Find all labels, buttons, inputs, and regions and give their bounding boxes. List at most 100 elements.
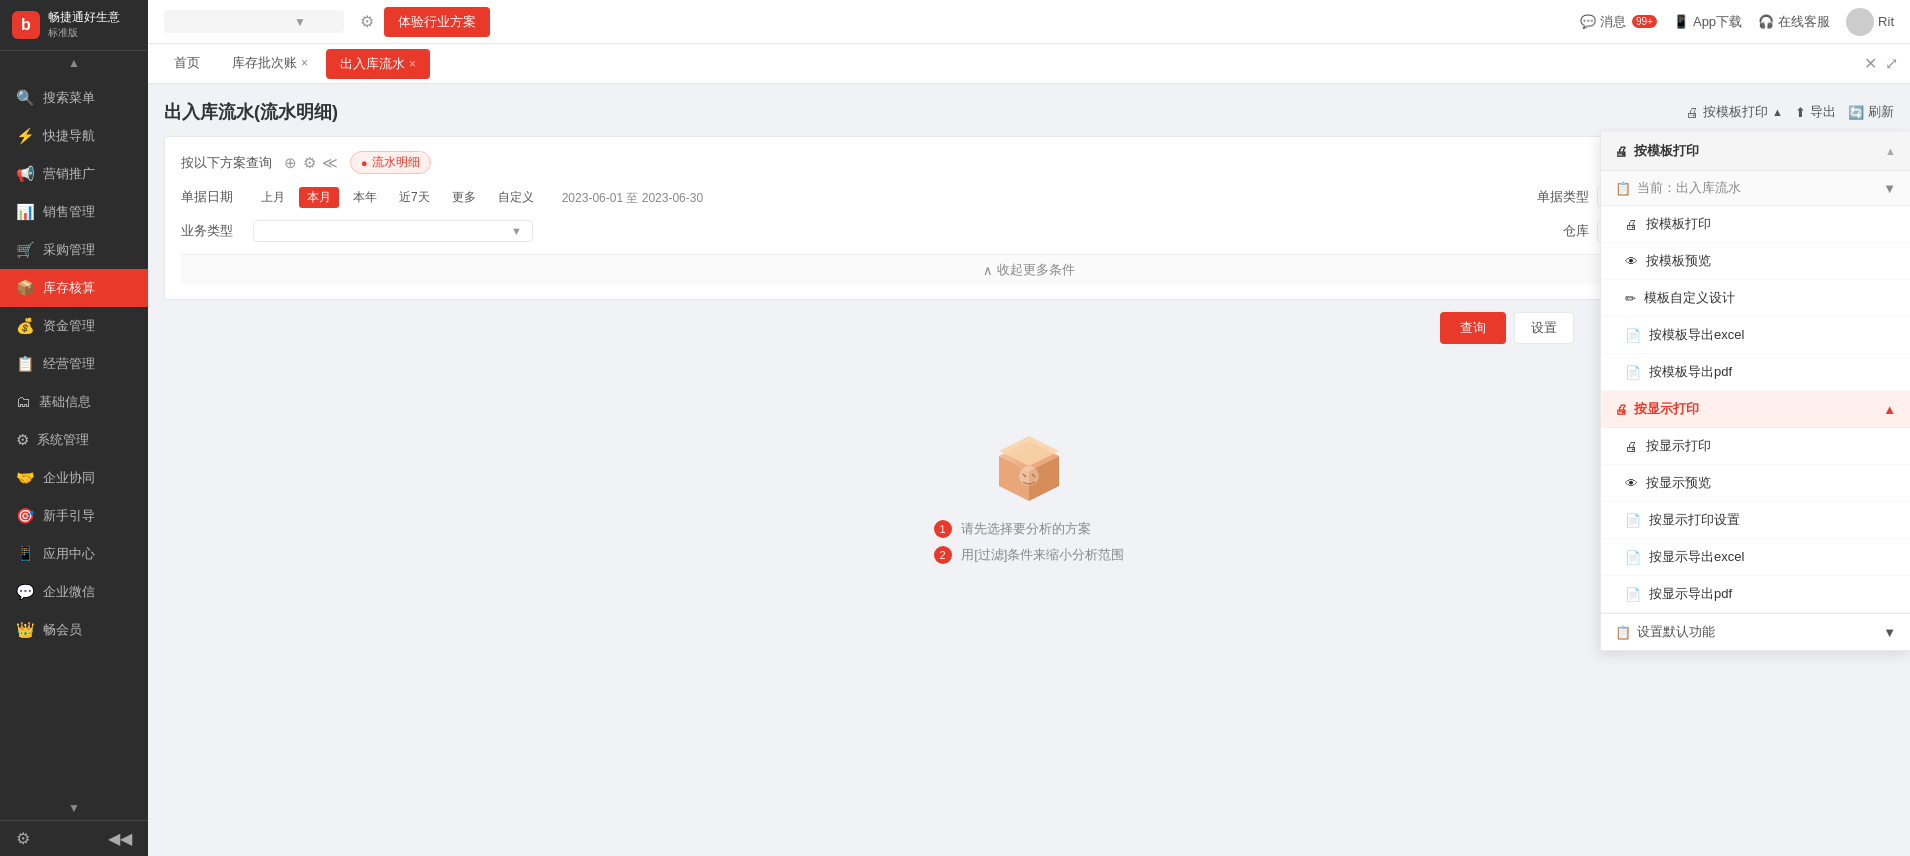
refresh-action[interactable]: 🔄 刷新: [1848, 103, 1894, 121]
message-item[interactable]: 💬 消息 99+: [1580, 13, 1657, 31]
sidebar-nav: 🔍搜索菜单⚡快捷导航📢营销推广📊销售管理🛒采购管理📦库存核算💰资金管理📋经营管理…: [0, 75, 148, 796]
rp-display-preview[interactable]: 👁 按显示预览: [1601, 465, 1910, 502]
sidebar-basic-icon: 🗂: [16, 393, 31, 410]
print-icon: 🖨: [1686, 105, 1699, 120]
sidebar-item-funds[interactable]: 💰资金管理: [0, 307, 148, 345]
sidebar-collab-icon: 🤝: [16, 469, 35, 487]
settings-filter-icon[interactable]: ⚙: [303, 154, 316, 172]
sidebar-item-collab[interactable]: 🤝 企业协同: [0, 459, 148, 497]
tab-inout-flow-close[interactable]: ×: [409, 57, 416, 71]
sidebar-inventory-label: 库存核算: [43, 279, 95, 297]
sidebar-collab-label: 企业协同: [43, 469, 95, 487]
rp-dpdf-label: 按显示导出pdf: [1649, 585, 1732, 603]
date-this-year[interactable]: 本年: [345, 187, 385, 208]
app-download-item[interactable]: 📱 App下载: [1673, 13, 1742, 31]
close-window-icon[interactable]: ✕: [1864, 54, 1877, 73]
rp-current-template[interactable]: 📋 当前：出入库流水 ▼: [1601, 171, 1910, 206]
filter-icons: ⊕ ⚙ ≪: [284, 154, 338, 172]
sidebar-item-app_center[interactable]: 📱 应用中心: [0, 535, 148, 573]
date-custom[interactable]: 自定义: [490, 187, 542, 208]
search-dropdown-icon[interactable]: ▼: [294, 15, 306, 29]
rp-template-custom[interactable]: ✏ 模板自定义设计: [1601, 280, 1910, 317]
tab-inventory-batch[interactable]: 库存批次账 ×: [218, 48, 322, 80]
rp-template-print[interactable]: 🖨 按模板打印: [1601, 206, 1910, 243]
sidebar-scroll-up[interactable]: ▲: [0, 51, 148, 75]
page-actions: 🖨 按模板打印 ▲ ⬆ 导出 🔄 刷新: [1686, 103, 1894, 121]
topbar: ▼ ⚙ 体验行业方案 💬 消息 99+ 📱 App下载 🎧 在线客服 Rit: [148, 0, 1910, 44]
business-type-select[interactable]: ▼: [253, 220, 533, 242]
rp-template-pdf[interactable]: 📄 按模板导出pdf: [1601, 354, 1910, 391]
print-action[interactable]: 🖨 按模板打印 ▲: [1686, 103, 1783, 121]
rp-footer-label: 设置默认功能: [1637, 623, 1715, 641]
setting-button[interactable]: 设置: [1514, 312, 1574, 344]
tab-home[interactable]: 首页: [160, 48, 214, 80]
rp-title-label: 按模板打印: [1634, 142, 1699, 160]
sidebar-item-marketing[interactable]: 📢营销推广: [0, 155, 148, 193]
filter-section-label: 按以下方案查询: [181, 154, 272, 172]
rp-template-excel[interactable]: 📄 按模板导出excel: [1601, 317, 1910, 354]
rp-display-print-settings[interactable]: 📄 按显示打印设置: [1601, 502, 1910, 539]
rp-display-section[interactable]: 🖨 按显示打印 ▲: [1601, 391, 1910, 428]
add-filter-icon[interactable]: ⊕: [284, 154, 297, 172]
sidebar-item-guide[interactable]: 🎯新手引导: [0, 497, 148, 535]
try-industry-btn[interactable]: 体验行业方案: [384, 7, 490, 37]
tab-inventory-batch-label: 库存批次账: [232, 54, 297, 72]
maximize-window-icon[interactable]: ⤢: [1885, 54, 1898, 73]
query-button[interactable]: 查询: [1440, 312, 1506, 344]
rp-header-chevron[interactable]: ▲: [1885, 145, 1896, 157]
sidebar-app_center-icon: 📱: [16, 545, 35, 563]
rp-tprint-label: 按模板打印: [1646, 215, 1711, 233]
rp-footer[interactable]: 📋 设置默认功能 ▼: [1601, 613, 1910, 650]
rp-dprintsettings-icon: 📄: [1625, 513, 1641, 528]
sidebar: b 畅捷通好生意 标准版 ▲ 🔍搜索菜单⚡快捷导航📢营销推广📊销售管理🛒采购管理…: [0, 0, 148, 856]
topbar-left: ▼ ⚙ 体验行业方案: [164, 7, 490, 37]
sidebar-item-system[interactable]: ⚙系统管理: [0, 421, 148, 459]
sidebar-item-search[interactable]: 🔍搜索菜单: [0, 79, 148, 117]
sidebar-item-vip[interactable]: 👑畅会员: [0, 611, 148, 649]
rp-tprint-icon: 🖨: [1625, 217, 1638, 232]
export-action[interactable]: ⬆ 导出: [1795, 103, 1836, 121]
tab-inout-flow[interactable]: 出入库流水 ×: [326, 49, 430, 79]
sidebar-item-inventory[interactable]: 📦库存核算: [0, 269, 148, 307]
rp-display-print[interactable]: 🖨 按显示打印: [1601, 428, 1910, 465]
sidebar-scroll-down[interactable]: ▼: [0, 796, 148, 820]
topbar-search-box[interactable]: ▼: [164, 10, 344, 33]
date-more[interactable]: 更多: [444, 187, 484, 208]
export-icon: ⬆: [1795, 105, 1806, 120]
date-this-month[interactable]: 本月: [299, 187, 339, 208]
rp-dprint-icon: 🖨: [1625, 439, 1638, 454]
sidebar-operations-label: 经营管理: [43, 355, 95, 373]
sidebar-item-quick_nav[interactable]: ⚡快捷导航: [0, 117, 148, 155]
collapse-filter-icon[interactable]: ≪: [322, 154, 338, 172]
topbar-gear-icon[interactable]: ⚙: [360, 12, 374, 31]
sidebar-item-purchase[interactable]: 🛒采购管理: [0, 231, 148, 269]
sidebar-item-operations[interactable]: 📋经营管理: [0, 345, 148, 383]
step2-text: 用[过滤]条件来缩小分析范围: [961, 547, 1124, 562]
collapse-sidebar-icon[interactable]: ◀◀: [108, 829, 132, 848]
print-arrow-icon[interactable]: ▲: [1772, 106, 1783, 118]
sidebar-item-wechat[interactable]: 💬企业微信: [0, 573, 148, 611]
date-7days[interactable]: 近7天: [391, 187, 438, 208]
rp-template-preview[interactable]: 👁 按模板预览: [1601, 243, 1910, 280]
message-icon: 💬: [1580, 14, 1596, 29]
date-last-month[interactable]: 上月: [253, 187, 293, 208]
step2-num: 2: [934, 546, 952, 564]
sidebar-item-basic[interactable]: 🗂 基础信息: [0, 383, 148, 421]
rp-dexcel-label: 按显示导出excel: [1649, 548, 1744, 566]
avatar: [1846, 8, 1874, 36]
sidebar-app_center-label: 应用中心: [43, 545, 95, 563]
sidebar-marketing-icon: 📢: [16, 165, 35, 183]
rp-display-excel[interactable]: 📄 按显示导出excel: [1601, 539, 1910, 576]
user-item[interactable]: Rit: [1846, 8, 1894, 36]
message-badge: 99+: [1632, 15, 1657, 28]
tab-inventory-batch-close[interactable]: ×: [301, 56, 308, 70]
rp-texcel-icon: 📄: [1625, 328, 1641, 343]
rp-display-pdf[interactable]: 📄 按显示导出pdf: [1601, 576, 1910, 613]
sidebar-basic-label: 基础信息: [39, 393, 91, 411]
sidebar-item-sales[interactable]: 📊销售管理: [0, 193, 148, 231]
filter-tag[interactable]: ● 流水明细: [350, 151, 431, 174]
sidebar-sales-icon: 📊: [16, 203, 35, 221]
settings-icon[interactable]: ⚙: [16, 829, 30, 848]
search-input[interactable]: [174, 14, 294, 29]
online-service-item[interactable]: 🎧 在线客服: [1758, 13, 1830, 31]
